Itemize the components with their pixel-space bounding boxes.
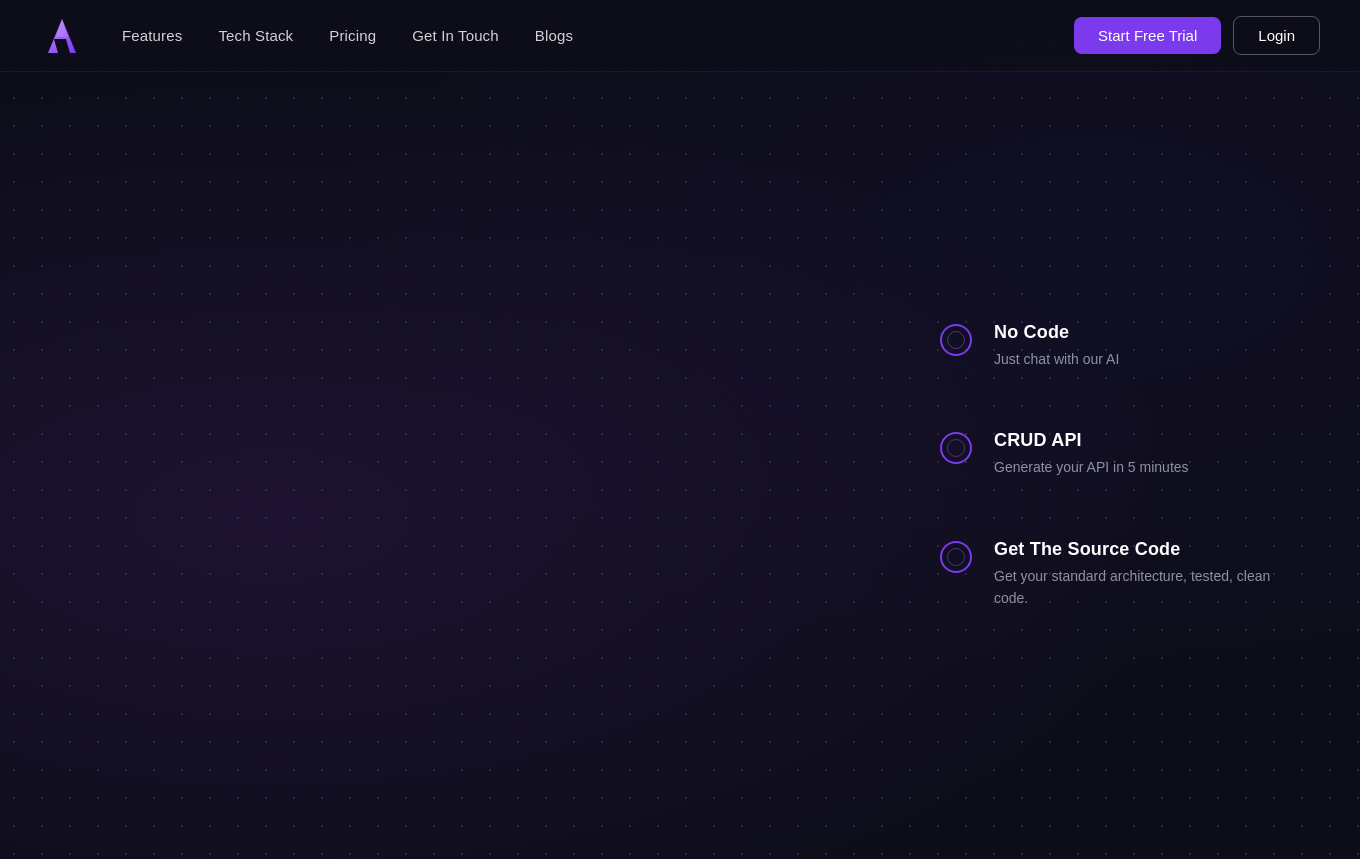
- features-column: No Code Just chat with our AI CRUD API G…: [940, 322, 1280, 610]
- nav-link-blogs[interactable]: Blogs: [535, 27, 573, 44]
- crudapi-title: CRUD API: [994, 430, 1189, 451]
- logo: [40, 15, 82, 57]
- sourcecode-title: Get The Source Code: [994, 539, 1280, 560]
- feature-item-nocode: No Code Just chat with our AI: [940, 322, 1280, 371]
- crudapi-circle-icon: [940, 432, 972, 464]
- main-content: No Code Just chat with our AI CRUD API G…: [0, 72, 1360, 859]
- login-button[interactable]: Login: [1233, 16, 1320, 55]
- nocode-description: Just chat with our AI: [994, 349, 1119, 371]
- sourcecode-description: Get your standard architecture, tested, …: [994, 566, 1280, 609]
- start-free-trial-button[interactable]: Start Free Trial: [1074, 17, 1221, 54]
- feature-item-crudapi: CRUD API Generate your API in 5 minutes: [940, 430, 1280, 479]
- nav-item-features[interactable]: Features: [122, 27, 182, 45]
- nav-item-techstack[interactable]: Tech Stack: [218, 27, 293, 45]
- nav-link-pricing[interactable]: Pricing: [329, 27, 376, 44]
- nav-right: Start Free Trial Login: [1074, 16, 1320, 55]
- logo-icon: [40, 15, 82, 57]
- feature-item-sourcecode: Get The Source Code Get your standard ar…: [940, 539, 1280, 609]
- nav-item-contact[interactable]: Get In Touch: [412, 27, 499, 45]
- nav-item-pricing[interactable]: Pricing: [329, 27, 376, 45]
- nocode-title: No Code: [994, 322, 1119, 343]
- nav-item-blogs[interactable]: Blogs: [535, 27, 573, 45]
- sourcecode-circle-icon: [940, 541, 972, 573]
- navbar: Features Tech Stack Pricing Get In Touch…: [0, 0, 1360, 72]
- svg-marker-1: [56, 19, 68, 37]
- crudapi-description: Generate your API in 5 minutes: [994, 457, 1189, 479]
- sourcecode-text: Get The Source Code Get your standard ar…: [994, 539, 1280, 609]
- nav-link-features[interactable]: Features: [122, 27, 182, 44]
- nav-link-contact[interactable]: Get In Touch: [412, 27, 499, 44]
- nav-left: Features Tech Stack Pricing Get In Touch…: [40, 15, 573, 57]
- nocode-text: No Code Just chat with our AI: [994, 322, 1119, 371]
- nav-links: Features Tech Stack Pricing Get In Touch…: [122, 27, 573, 45]
- crudapi-text: CRUD API Generate your API in 5 minutes: [994, 430, 1189, 479]
- nocode-circle-icon: [940, 324, 972, 356]
- nav-link-techstack[interactable]: Tech Stack: [218, 27, 293, 44]
